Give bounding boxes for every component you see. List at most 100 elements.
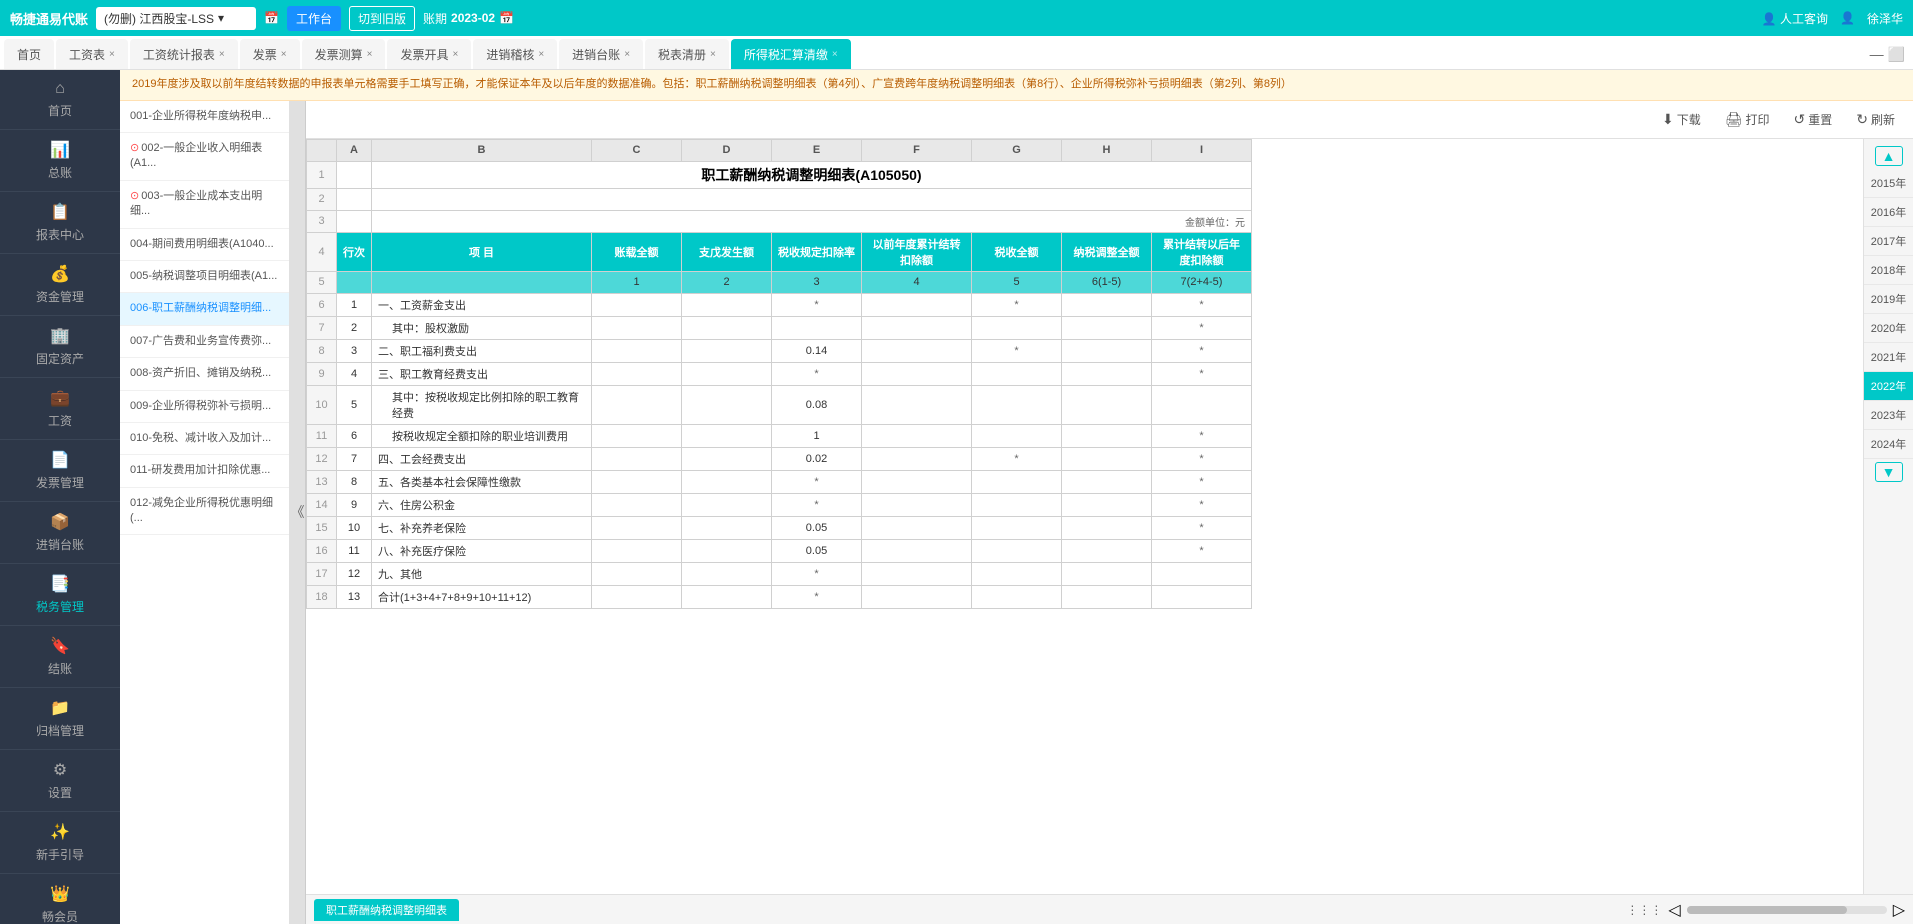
year-down-btn[interactable]: ▼ (1875, 462, 1903, 482)
sub-item-004[interactable]: 004-期间费用明细表(A1040... (120, 229, 289, 261)
close-period-icon: 🔖 (50, 636, 70, 656)
switch-old-button[interactable]: 切到旧版 (349, 6, 415, 31)
year-2016[interactable]: 2016年 (1864, 198, 1913, 227)
sidebar-item-archive[interactable]: 📁 归档管理 (0, 688, 120, 750)
salary-icon: 💼 (50, 388, 70, 408)
sidebar-item-home[interactable]: ⌂ 首页 (0, 70, 120, 130)
tab-payroll[interactable]: 工资表 × (56, 39, 128, 69)
bottom-tab-bar: 职工薪酬纳税调整明细表 ⋮⋮⋮ ◁ ▷ (306, 894, 1913, 924)
sidebar-item-invoice-mgmt[interactable]: 📄 发票管理 (0, 440, 120, 502)
tab-home-label: 首页 (17, 46, 41, 63)
col-num-3: 3 (772, 271, 862, 293)
sidebar-label-invoice: 发票管理 (36, 474, 84, 491)
spreadsheet-container[interactable]: A B C D E F G H I (306, 139, 1863, 894)
year-2022[interactable]: 2022年 (1864, 372, 1913, 401)
sidebar-item-settings[interactable]: ⚙ 设置 (0, 750, 120, 812)
sub-item-011[interactable]: 011-研发费用加计扣除优惠... (120, 455, 289, 487)
sub-item-008[interactable]: 008-资产折旧、摊销及纳税... (120, 358, 289, 390)
tab-income-tax-close[interactable]: × (832, 49, 838, 60)
tab-minimize-icon[interactable]: — (1870, 46, 1884, 62)
download-btn[interactable]: ⬇ 下载 (1656, 107, 1707, 132)
sub-item-010[interactable]: 010-免税、减计收入及加计... (120, 423, 289, 455)
year-2018[interactable]: 2018年 (1864, 256, 1913, 285)
workbench-button[interactable]: 工作台 (287, 6, 341, 31)
table-row: 4 行次 项 目 账载全额 支戊发生额 税收规定扣除率 以前年度累计结转扣除额 … (307, 232, 1252, 271)
col-header-C: C (592, 139, 682, 161)
tab-audit[interactable]: 进销稽核 × (473, 39, 557, 69)
year-sidebar: ▲ 2015年 2016年 2017年 2018年 2019年 2020年 20… (1863, 139, 1913, 894)
sub-item-003[interactable]: ⊙003-一般企业成本支出明细... (120, 181, 289, 229)
vip-icon: 👑 (50, 884, 70, 904)
sidebar-item-salary[interactable]: 💼 工资 (0, 378, 120, 440)
sub-item-012[interactable]: 012-减免企业所得税优惠明细(... (120, 488, 289, 536)
table-row: 3 金额单位：元 (307, 210, 1252, 232)
tab-audit-close[interactable]: × (538, 49, 544, 60)
sidebar-label-vip: 畅会员 (42, 908, 78, 924)
year-2017[interactable]: 2017年 (1864, 227, 1913, 256)
sub-item-007[interactable]: 007-广告费和业务宣传费弥... (120, 326, 289, 358)
sub-item-006[interactable]: 006-职工薪酬纳税调整明细... (120, 293, 289, 325)
bottom-tab-salary[interactable]: 职工薪酬纳税调整明细表 (314, 899, 459, 921)
tab-home[interactable]: 首页 (4, 39, 54, 69)
sub-sidebar: 001-企业所得税年度纳税申... ⊙002-一般企业收入明细表(A1... ⊙… (120, 101, 290, 924)
year-2019[interactable]: 2019年 (1864, 285, 1913, 314)
sidebar-item-guide[interactable]: ✨ 新手引导 (0, 812, 120, 874)
print-btn[interactable]: 🖨 打印 (1719, 107, 1776, 132)
tab-tax-list-close[interactable]: × (710, 49, 716, 60)
sidebar-item-vip[interactable]: 👑 畅会员 (0, 874, 120, 924)
period-calendar-icon[interactable]: 📅 (499, 11, 514, 25)
sheet-options-icon[interactable]: ⋮⋮⋮ (1626, 903, 1662, 917)
sidebar-item-ledger-main[interactable]: 📊 总账 (0, 130, 120, 192)
tab-invoice-issue-label: 发票开具 (400, 46, 448, 63)
sub-item-009[interactable]: 009-企业所得税弥补亏损明... (120, 391, 289, 423)
company-dropdown-icon[interactable]: ▾ (218, 11, 224, 25)
tab-invoice-calc[interactable]: 发票测算 × (302, 39, 386, 69)
reset-btn[interactable]: ↺ 重置 (1788, 107, 1839, 132)
col-header-I: I (1152, 139, 1252, 161)
year-2023[interactable]: 2023年 (1864, 401, 1913, 430)
service-btn[interactable]: 👤 人工客询 (1762, 10, 1828, 27)
sidebar-item-funds[interactable]: 💰 资金管理 (0, 254, 120, 316)
collapse-btn[interactable]: 《 (290, 101, 306, 924)
archive-icon: 📁 (50, 698, 70, 718)
tab-payroll-stats-close[interactable]: × (219, 49, 225, 60)
sheet-scroll-right[interactable]: ▷ (1893, 900, 1905, 920)
tab-invoice-issue-close[interactable]: × (452, 49, 458, 60)
purchase-icon: 📦 (50, 512, 70, 532)
sidebar-item-close-period[interactable]: 🔖 结账 (0, 626, 120, 688)
tab-income-tax[interactable]: 所得税汇算清缴 × (731, 39, 851, 69)
sidebar-item-reports[interactable]: 📋 报表中心 (0, 192, 120, 254)
cell-1A (337, 161, 372, 188)
sheet-scrollbar[interactable] (1687, 906, 1887, 914)
tab-invoice-calc-close[interactable]: × (367, 49, 373, 60)
app-logo: 畅捷通易代账 (10, 9, 88, 28)
refresh-btn[interactable]: ↻ 刷新 (1850, 107, 1901, 132)
tab-payroll-close[interactable]: × (109, 49, 115, 60)
tab-payroll-stats[interactable]: 工资统计报表 × (130, 39, 238, 69)
notice-bar: 2019年度涉及取以前年度结转数据的申报表单元格需要手工填写正确，才能保证本年及… (120, 70, 1913, 101)
tab-invoice[interactable]: 发票 × (240, 39, 300, 69)
company-selector[interactable]: (勿删) 江西股宝-LSS ▾ (96, 7, 256, 30)
year-2024[interactable]: 2024年 (1864, 430, 1913, 459)
tab-bar-controls: — ⬜ (1870, 39, 1913, 69)
sub-item-005[interactable]: 005-纳税调整项目明细表(A1... (120, 261, 289, 293)
tab-ledger-close[interactable]: × (624, 49, 630, 60)
sub-item-002[interactable]: ⊙002-一般企业收入明细表(A1... (120, 133, 289, 181)
sidebar-item-purchase-sales[interactable]: 📦 进销台账 (0, 502, 120, 564)
tab-tax-list[interactable]: 税表清册 × (645, 39, 729, 69)
sidebar-item-assets[interactable]: 🏢 固定资产 (0, 316, 120, 378)
sheet-scroll-left[interactable]: ◁ (1668, 900, 1680, 920)
sidebar-item-tax-mgmt[interactable]: 📑 税务管理 (0, 564, 120, 626)
main-layout: ⌂ 首页 📊 总账 📋 报表中心 💰 资金管理 🏢 固定资产 💼 工资 📄 发票… (0, 70, 1913, 924)
tab-ledger[interactable]: 进销台账 × (559, 39, 643, 69)
year-2021[interactable]: 2021年 (1864, 343, 1913, 372)
period-label: 账期 2023-02 📅 (423, 10, 514, 27)
download-icon: ⬇ (1662, 111, 1674, 128)
tab-invoice-close[interactable]: × (281, 49, 287, 60)
sub-item-001[interactable]: 001-企业所得税年度纳税申... (120, 101, 289, 133)
tab-invoice-issue[interactable]: 发票开具 × (387, 39, 471, 69)
year-2020[interactable]: 2020年 (1864, 314, 1913, 343)
year-up-btn[interactable]: ▲ (1875, 146, 1903, 166)
tab-maximize-icon[interactable]: ⬜ (1888, 46, 1905, 63)
year-2015[interactable]: 2015年 (1864, 169, 1913, 198)
